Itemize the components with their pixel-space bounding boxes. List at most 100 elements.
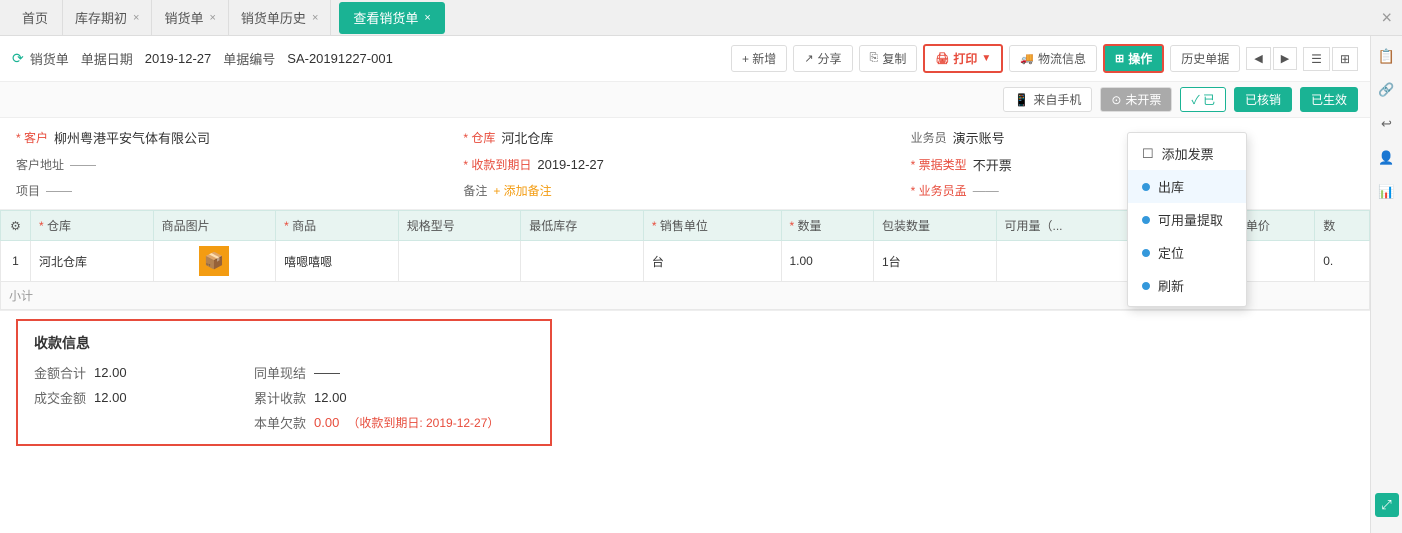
not-open-ticket-button[interactable]: ⊙ 未开票: [1100, 87, 1172, 112]
dropdown-add-invoice[interactable]: ☐ 添加发票: [1128, 137, 1246, 170]
row-spec: [398, 241, 521, 282]
sales-order-icon: ⟳: [12, 50, 24, 67]
nav-arrows: ◀ ▶: [1246, 47, 1297, 70]
col-warehouse: * 仓库: [31, 211, 154, 241]
confirm-button[interactable]: ✓ 已: [1180, 87, 1226, 112]
share-icon: ↗: [804, 52, 813, 65]
doc-title: ⟳ 销货单: [12, 49, 69, 68]
cumulative-receipt-label: 累计收款: [254, 388, 306, 407]
sidebar-refresh-icon[interactable]: ↩: [1375, 112, 1399, 136]
close-icon[interactable]: ×: [133, 12, 139, 24]
new-button[interactable]: + 新增: [731, 45, 787, 72]
print-icon: 🖨: [935, 52, 949, 65]
cumulative-receipt-row: 累计收款 12.00: [254, 388, 534, 407]
customer-field: * 客户 柳州粤港平安气体有限公司: [16, 128, 463, 147]
warehouse-value: 河北仓库: [501, 128, 553, 147]
prev-button[interactable]: ◀: [1246, 47, 1270, 70]
tab-sales-order[interactable]: 销货单 ×: [152, 0, 228, 36]
address-value: ——: [70, 157, 96, 172]
note-field: 备注 + 添加备注: [463, 182, 910, 199]
row-qty: 1.00: [781, 241, 873, 282]
copy-icon: ⎘: [870, 52, 879, 65]
next-button[interactable]: ▶: [1273, 47, 1297, 70]
row-product: 嘻嗯嘻嗯: [276, 241, 399, 282]
grid-icon: ⊞: [1115, 52, 1124, 65]
row-pack-qty: 1台: [873, 241, 996, 282]
transaction-amount-value: 12.00: [94, 390, 127, 405]
project-field: 项目 ——: [16, 182, 463, 199]
col-qty: * 数量: [781, 211, 873, 241]
doc-date-value: 2019-12-27: [145, 51, 212, 66]
share-button[interactable]: ↗ 分享: [793, 45, 852, 72]
same-order-settle-value: ——: [314, 365, 340, 380]
col-gear[interactable]: ⚙: [1, 211, 31, 241]
col-amount: 数: [1315, 211, 1370, 241]
close-icon[interactable]: ×: [209, 12, 215, 24]
tab-home[interactable]: 首页: [8, 0, 63, 36]
row-amount: 0.: [1315, 241, 1370, 282]
staff-value: 演示账号: [953, 128, 1005, 147]
radio-icon: [1142, 183, 1150, 191]
payment-date-label: * 收款到期日: [463, 156, 531, 173]
right-sidebar: 📋 🔗 ↩ 👤 📊 ⤢: [1370, 36, 1402, 533]
sidebar-chart-icon[interactable]: 📊: [1375, 180, 1399, 204]
phone-icon: 📱: [1014, 93, 1029, 107]
close-icon[interactable]: ×: [424, 12, 430, 24]
doc-number-label: 单据编号: [223, 49, 275, 68]
sidebar-expand-icon[interactable]: ⤢: [1375, 493, 1399, 517]
warehouse-label: * 仓库: [463, 129, 495, 146]
sold-out-button[interactable]: 已核销: [1234, 87, 1292, 112]
dropdown-outbound[interactable]: 出库: [1128, 170, 1246, 203]
operations-button[interactable]: ⊞ 操作: [1103, 44, 1164, 73]
project-value: ——: [46, 183, 72, 198]
balance-due-row: 本单欠款 0.00 （收款到期日: 2019-12-27）: [254, 413, 534, 432]
balance-due-note: （收款到期日: 2019-12-27）: [347, 414, 499, 431]
address-field: 客户地址 ——: [16, 155, 463, 174]
tab-inventory-init[interactable]: 库存期初 ×: [63, 0, 152, 36]
history-button[interactable]: 历史单据: [1170, 45, 1240, 72]
print-button[interactable]: 🖨 打印 ▼: [923, 44, 1003, 73]
sidebar-user-icon[interactable]: 👤: [1375, 146, 1399, 170]
transaction-amount-row: 成交金额 12.00: [34, 388, 254, 407]
tab-sales-history[interactable]: 销货单历史 ×: [229, 0, 331, 36]
customer-label: * 客户: [16, 129, 48, 146]
toolbar: + 新增 ↗ 分享 ⎘ 复制 🖨 打印 ▼ 🚚 物流信息 ⊞ 操作: [731, 44, 1358, 73]
sales-staff-label: * 业务员孟: [911, 182, 967, 199]
action-row: 📱 来自手机 ⊙ 未开票 ✓ 已 已核销 已生效: [0, 82, 1402, 118]
logistics-icon: 🚚: [1020, 52, 1034, 65]
dropdown-available-qty[interactable]: 可用量提取: [1128, 203, 1246, 236]
doc-header: ⟳ 销货单 单据日期 2019-12-27 单据编号 SA-20191227-0…: [0, 36, 1402, 82]
col-unit: * 销售单位: [643, 211, 781, 241]
copy-button[interactable]: ⎘ 复制: [859, 45, 918, 72]
same-order-settle-row: 同单现结 ——: [254, 363, 534, 382]
sales-staff-value: ——: [973, 183, 999, 198]
grid-view-button[interactable]: ⊞: [1332, 47, 1358, 71]
summary-title: 收款信息: [34, 333, 534, 353]
col-available: 可用量（...: [996, 211, 1137, 241]
project-label: 项目: [16, 182, 40, 199]
add-note-button[interactable]: + 添加备注: [493, 182, 551, 199]
payment-date-field: * 收款到期日 2019-12-27: [463, 155, 910, 174]
list-view-button[interactable]: ☰: [1303, 47, 1330, 71]
row-product-img: 📦: [153, 241, 276, 282]
amount-total-label: 金额合计: [34, 363, 86, 382]
dropdown-refresh[interactable]: 刷新: [1128, 269, 1246, 302]
tab-bar: 首页 库存期初 × 销货单 × 销货单历史 × 查看销货单 × ×: [0, 0, 1402, 36]
window-close-button[interactable]: ×: [1381, 7, 1392, 28]
balance-due-value: 0.00: [314, 415, 339, 430]
close-icon[interactable]: ×: [312, 12, 318, 24]
effective-button[interactable]: 已生效: [1300, 87, 1358, 112]
tab-view-sales[interactable]: 查看销货单 ×: [339, 2, 444, 34]
radio-icon: [1142, 282, 1150, 290]
dropdown-locate[interactable]: 定位: [1128, 236, 1246, 269]
address-label: 客户地址: [16, 156, 64, 173]
staff-label: 业务员: [911, 129, 947, 146]
amount-total-row: 金额合计 12.00: [34, 363, 254, 382]
sidebar-link-icon[interactable]: 🔗: [1375, 78, 1399, 102]
sidebar-clipboard-icon[interactable]: 📋: [1375, 44, 1399, 68]
warehouse-field: * 仓库 河北仓库: [463, 128, 910, 147]
logistics-button[interactable]: 🚚 物流信息: [1009, 45, 1097, 72]
col-price: 单价: [1237, 211, 1314, 241]
from-phone-button[interactable]: 📱 来自手机: [1003, 87, 1092, 112]
row-unit: 台: [643, 241, 781, 282]
